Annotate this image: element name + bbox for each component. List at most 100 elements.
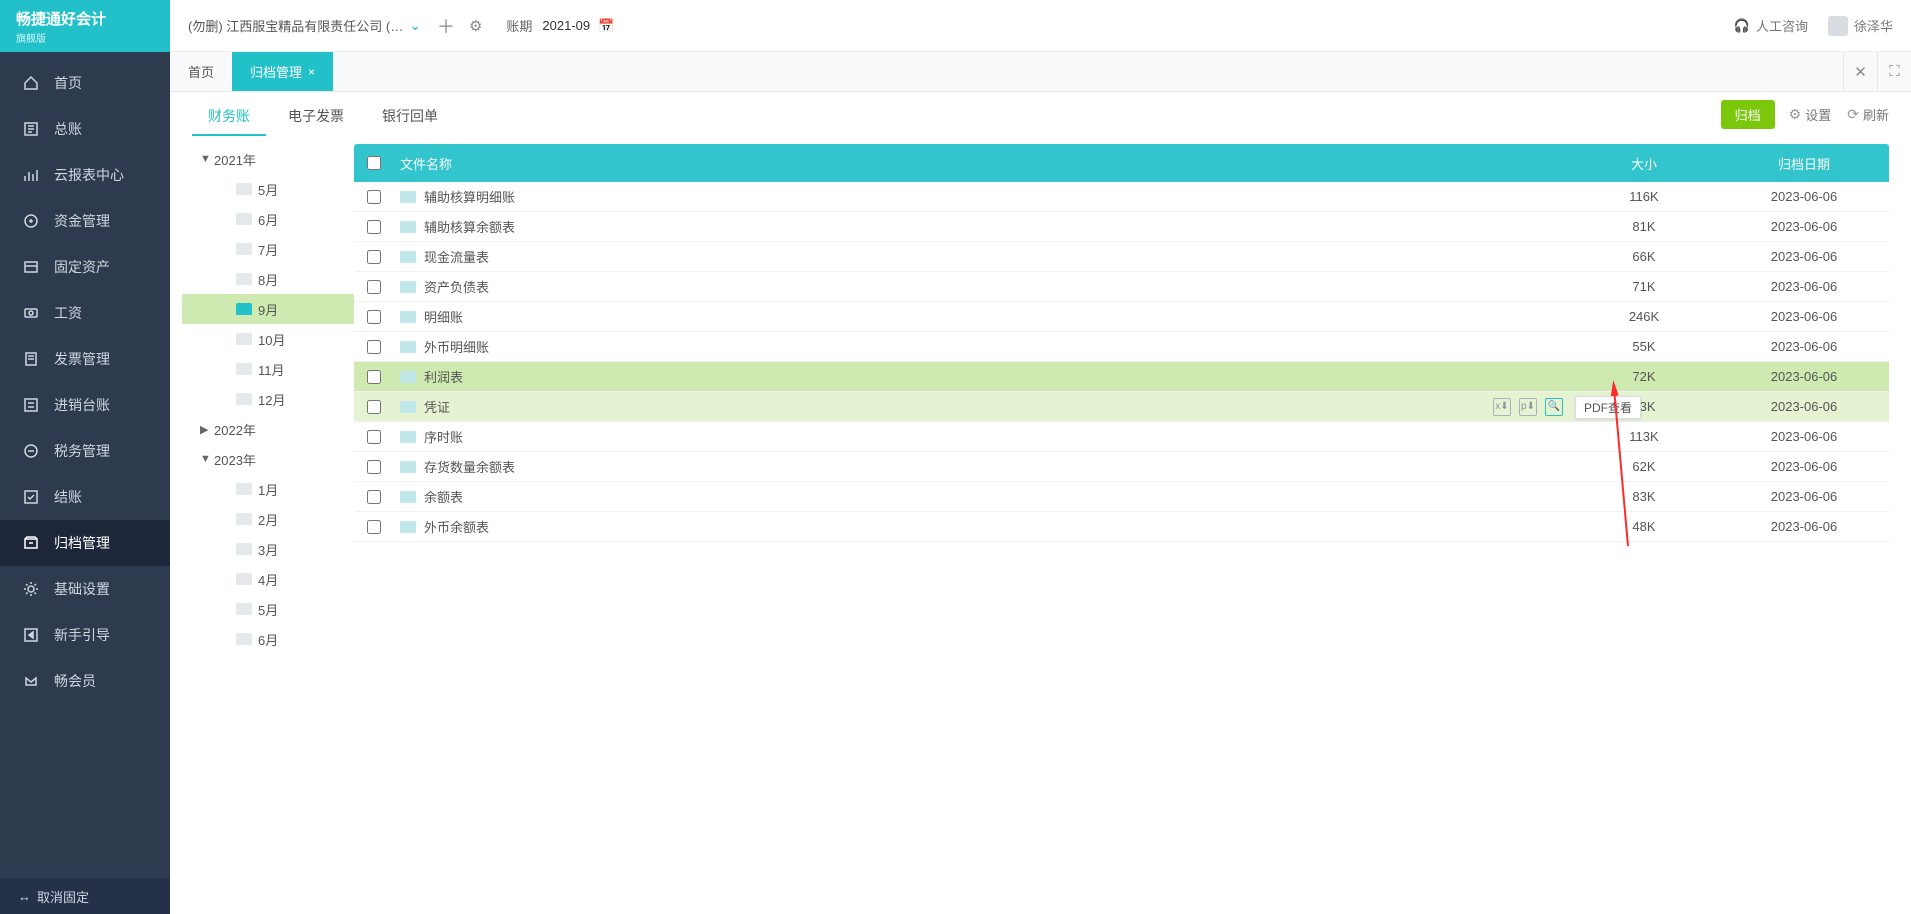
tree-month-node[interactable]: 6月: [182, 204, 354, 234]
table-row[interactable]: 明细账246K2023-06-06: [354, 302, 1889, 332]
calendar-icon[interactable]: 📅: [598, 18, 614, 34]
table-row[interactable]: 辅助核算明细账116K2023-06-06: [354, 182, 1889, 212]
settings-link[interactable]: ⚙ 设置: [1789, 105, 1832, 124]
tree-year-node[interactable]: ▶2022年: [182, 414, 354, 444]
row-checkbox[interactable]: [367, 250, 381, 264]
table-row[interactable]: 余额表83K2023-06-06: [354, 482, 1889, 512]
subtab[interactable]: 银行回单: [366, 96, 454, 136]
tree-month-node[interactable]: 12月: [182, 384, 354, 414]
row-checkbox[interactable]: [367, 400, 381, 414]
row-checkbox[interactable]: [367, 370, 381, 384]
row-checkbox[interactable]: [367, 490, 381, 504]
table-row[interactable]: 凭证53K2023-06-06x⬇p⬇🔍PDF查看: [354, 392, 1889, 422]
download-pdf-icon[interactable]: p⬇: [1519, 398, 1537, 416]
row-date: 2023-06-06: [1719, 489, 1889, 504]
refresh-link[interactable]: ⟳ 刷新: [1847, 105, 1889, 124]
nav-item-home[interactable]: 首页: [0, 60, 170, 106]
tree-month-node[interactable]: 5月: [182, 594, 354, 624]
row-checkbox[interactable]: [367, 310, 381, 324]
row-checkbox[interactable]: [367, 220, 381, 234]
tree-month-node[interactable]: 6月: [182, 624, 354, 654]
tree-month-node[interactable]: 9月: [182, 294, 354, 324]
nav-item-guide[interactable]: 新手引导: [0, 612, 170, 658]
row-checkbox[interactable]: [367, 460, 381, 474]
tree-month-node[interactable]: 5月: [182, 174, 354, 204]
tree-month-node[interactable]: 7月: [182, 234, 354, 264]
page-tab[interactable]: 归档管理×: [232, 52, 333, 91]
row-date: 2023-06-06: [1719, 279, 1889, 294]
row-date: 2023-06-06: [1719, 429, 1889, 444]
table-row[interactable]: 序时账113K2023-06-06: [354, 422, 1889, 452]
nav-item-ledger[interactable]: 总账: [0, 106, 170, 152]
table-row[interactable]: 存货数量余额表62K2023-06-06: [354, 452, 1889, 482]
tree-month-node[interactable]: 1月: [182, 474, 354, 504]
nav-item-close[interactable]: 结账: [0, 474, 170, 520]
row-name-cell: 资产负债表: [394, 277, 1569, 296]
file-icon: [400, 281, 416, 293]
nav-item-salary[interactable]: 工资: [0, 290, 170, 336]
tree-month-node[interactable]: 2月: [182, 504, 354, 534]
row-size: 48K: [1569, 519, 1719, 534]
row-checkbox[interactable]: [367, 280, 381, 294]
table-row[interactable]: 外币余额表48K2023-06-06: [354, 512, 1889, 542]
subtab[interactable]: 财务账: [192, 96, 266, 136]
nav-item-tax[interactable]: 税务管理: [0, 428, 170, 474]
row-checkbox[interactable]: [367, 520, 381, 534]
period-value[interactable]: 2021-09: [542, 18, 590, 33]
tree-month-node[interactable]: 11月: [182, 354, 354, 384]
company-selector-label[interactable]: (勿删) 江西服宝精品有限责任公司 (…: [188, 16, 403, 35]
close-icon: [22, 488, 40, 506]
tree-year-node[interactable]: ▼2021年: [182, 144, 354, 174]
table-row[interactable]: 辅助核算余额表81K2023-06-06: [354, 212, 1889, 242]
table-row[interactable]: 资产负债表71K2023-06-06: [354, 272, 1889, 302]
tree-month-node[interactable]: 4月: [182, 564, 354, 594]
unpin-button[interactable]: ↔ 取消固定: [0, 878, 170, 914]
page-tabs-list: 首页归档管理×: [170, 52, 333, 91]
tree-month-node[interactable]: 10月: [182, 324, 354, 354]
archive-button[interactable]: 归档: [1721, 100, 1775, 129]
row-checkbox[interactable]: [367, 190, 381, 204]
page-tab[interactable]: 首页: [170, 52, 232, 91]
company-settings-button[interactable]: ⚙: [469, 17, 482, 35]
nav-item-inout[interactable]: 进销台账: [0, 382, 170, 428]
pdf-preview-icon[interactable]: 🔍: [1545, 398, 1563, 416]
nav-item-label: 发票管理: [54, 349, 110, 369]
tree-year-node[interactable]: ▼2023年: [182, 444, 354, 474]
row-name-cell: 辅助核算余额表: [394, 217, 1569, 236]
tree-month-label: 12月: [258, 390, 285, 409]
nav-item-label: 结账: [54, 487, 82, 507]
select-all-checkbox[interactable]: [367, 156, 381, 170]
user-menu[interactable]: 徐泽华: [1828, 16, 1893, 36]
tab-fullscreen-button[interactable]: ⛶: [1877, 52, 1911, 92]
tree-month-label: 8月: [258, 270, 278, 289]
tree-month-node[interactable]: 3月: [182, 534, 354, 564]
company-dropdown-icon[interactable]: ⌄: [409, 17, 421, 34]
subtab[interactable]: 电子发票: [272, 96, 360, 136]
consult-button[interactable]: 🎧 人工咨询: [1734, 16, 1808, 35]
nav-item-invoice[interactable]: 发票管理: [0, 336, 170, 382]
nav-item-member[interactable]: 畅会员: [0, 658, 170, 704]
tree-month-label: 10月: [258, 330, 285, 349]
download-excel-icon[interactable]: x⬇: [1493, 398, 1511, 416]
tab-close-icon[interactable]: ×: [308, 65, 315, 79]
table-row[interactable]: 利润表72K2023-06-06: [354, 362, 1889, 392]
table-row[interactable]: 外币明细账55K2023-06-06: [354, 332, 1889, 362]
folder-icon: [236, 573, 252, 585]
row-checkbox[interactable]: [367, 430, 381, 444]
nav-item-asset[interactable]: 固定资产: [0, 244, 170, 290]
folder-icon: [236, 483, 252, 495]
table-row[interactable]: 现金流量表66K2023-06-06: [354, 242, 1889, 272]
row-date: 2023-06-06: [1719, 519, 1889, 534]
row-checkbox[interactable]: [367, 340, 381, 354]
nav-item-fund[interactable]: 资金管理: [0, 198, 170, 244]
nav-item-label: 税务管理: [54, 441, 110, 461]
caret-icon: ▼: [200, 153, 214, 165]
main-split: ▼2021年5月6月7月8月9月10月11月12月▶2022年▼2023年1月2…: [170, 136, 1911, 914]
nav-item-archive[interactable]: 归档管理: [0, 520, 170, 566]
tree-month-node[interactable]: 8月: [182, 264, 354, 294]
tab-close-all-button[interactable]: ✕: [1843, 52, 1877, 92]
nav-item-settings[interactable]: 基础设置: [0, 566, 170, 612]
nav-item-report[interactable]: 云报表中心: [0, 152, 170, 198]
row-size: 83K: [1569, 489, 1719, 504]
add-company-button[interactable]: ＋: [437, 13, 455, 39]
